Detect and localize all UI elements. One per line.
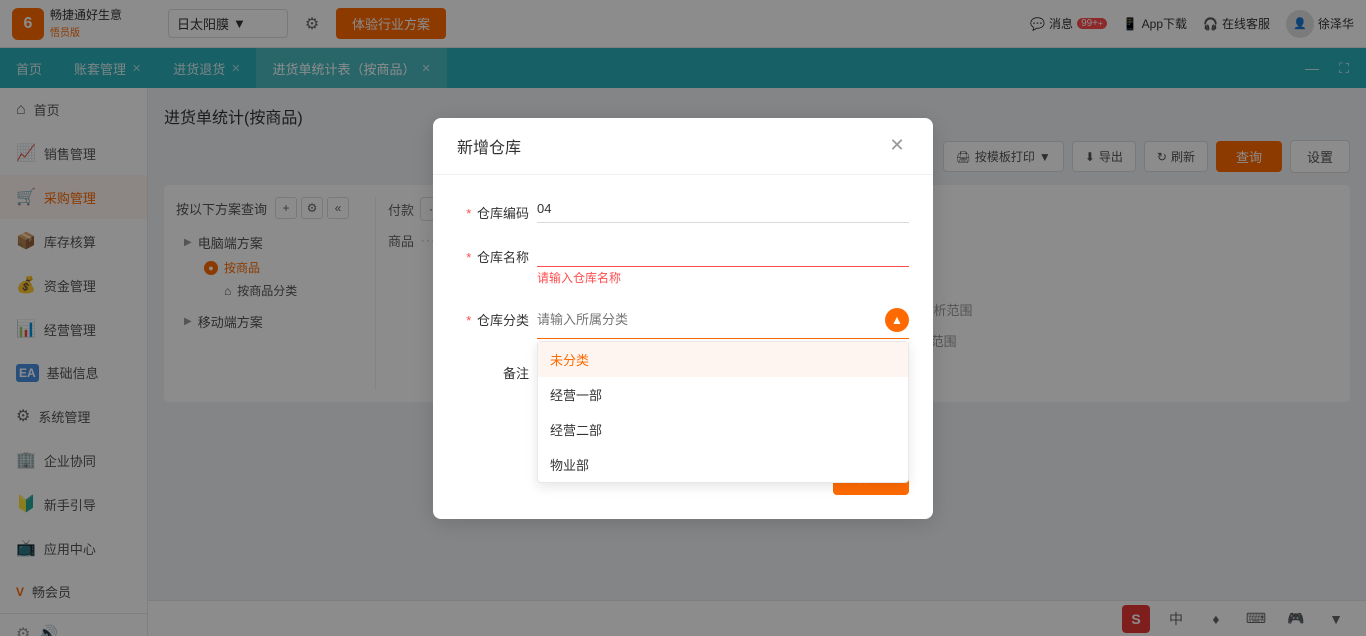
category-option-unclassified[interactable]: 未分类: [538, 342, 908, 377]
modal-header: 新增仓库 ✕: [433, 118, 933, 175]
code-label: * 仓库编码: [457, 195, 537, 222]
modal-close-button[interactable]: ✕: [885, 134, 909, 158]
name-input[interactable]: [537, 239, 909, 267]
category-label: * 仓库分类: [457, 302, 537, 329]
name-field-row: * 仓库名称 请输入仓库名称: [457, 239, 909, 286]
modal-title: 新增仓库: [457, 134, 521, 158]
name-field-wrap: 请输入仓库名称: [537, 239, 909, 286]
new-warehouse-modal: 新增仓库 ✕ * 仓库编码 * 仓库名称 请输入仓库名称: [433, 118, 933, 519]
category-dropdown-wrap: ▲ 未分类 经营一部 经营二部 物业部: [537, 302, 909, 339]
modal-overlay: 新增仓库 ✕ * 仓库编码 * 仓库名称 请输入仓库名称: [0, 0, 1366, 636]
category-option-ops2[interactable]: 经营二部: [538, 412, 908, 447]
category-dropdown-list: 未分类 经营一部 经营二部 物业部: [537, 341, 909, 483]
category-input[interactable]: [537, 308, 885, 331]
modal-body: * 仓库编码 * 仓库名称 请输入仓库名称 *: [433, 175, 933, 451]
name-label: * 仓库名称: [457, 239, 537, 266]
code-input[interactable]: [537, 195, 909, 223]
name-error-text: 请输入仓库名称: [537, 269, 909, 286]
notes-label: 备注: [457, 355, 537, 382]
dropdown-toggle-btn[interactable]: ▲: [885, 308, 909, 332]
category-option-property[interactable]: 物业部: [538, 447, 908, 482]
code-field-row: * 仓库编码: [457, 195, 909, 223]
category-field-row: * 仓库分类 ▲ 未分类 经营一部 经营二部 物业部: [457, 302, 909, 339]
category-dropdown-input[interactable]: ▲: [537, 302, 909, 339]
category-option-ops1[interactable]: 经营一部: [538, 377, 908, 412]
